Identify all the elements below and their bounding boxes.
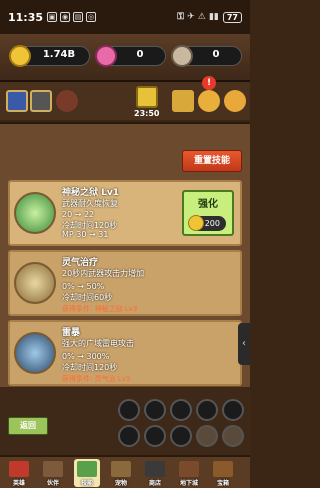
clock: 11:35: [8, 10, 44, 24]
nav-label: 技能: [80, 480, 93, 487]
swords-icon[interactable]: [30, 90, 52, 112]
scroll-icon: [171, 45, 193, 67]
partner-icon: [43, 461, 63, 477]
nav-partner[interactable]: 伙伴: [40, 459, 66, 487]
leaderboard-icon[interactable]: [172, 90, 194, 112]
skill-panel: 重置技能 神秘之狱 Lv1 武器耐久度恢复 20 → 22 冷却时间120秒 M…: [0, 122, 250, 387]
notification-icon-2: ◉: [60, 12, 71, 22]
skill-requirement: 获得条件: 灵气治 Lv3: [62, 375, 131, 383]
joystick-icon[interactable]: [56, 90, 78, 112]
gold-counter[interactable]: 1.74B: [9, 45, 90, 67]
mystic-prison-skill-icon: [14, 192, 56, 234]
status-bar: 11:35 ▣ ◉ ▤ ◎ ⚿ ✈ ⚠ ▮▮ 77: [0, 0, 250, 34]
skill-stat-damage: 0% → 300%: [62, 352, 110, 361]
nav-label: 商店: [148, 480, 161, 487]
nav-label: 地下城: [179, 480, 198, 487]
nav-pet[interactable]: 宠物: [108, 459, 134, 487]
chest-icon: [213, 461, 233, 477]
gem-counter[interactable]: 0: [95, 45, 166, 67]
skill-stat-durability: 20 → 22: [62, 210, 95, 219]
notification-icon-3: ▤: [73, 12, 84, 22]
reset-skills-button[interactable]: 重置技能: [182, 150, 242, 172]
equip-slot-7[interactable]: [144, 425, 166, 447]
equip-slot-8[interactable]: [170, 425, 192, 447]
skill-stat-attack: 0% → 50%: [62, 282, 105, 291]
thunderstorm-skill-icon: [14, 332, 56, 374]
skill-card-thunderstorm[interactable]: 雷暴 强大的广域雷电攻击 0% → 300% 冷却时间120秒 获得条件: 灵气…: [8, 320, 242, 386]
wifi-signal-icon: ⚿ ✈ ⚠ ▮▮: [177, 12, 219, 22]
equip-slot-5[interactable]: [222, 399, 244, 421]
gold-value: 1.74B: [42, 49, 76, 60]
skill-card-mystic-prison[interactable]: 神秘之狱 Lv1 武器耐久度恢复 20 → 22 冷却时间120秒 MP 30 …: [8, 180, 242, 246]
nav-dungeon[interactable]: 地下城: [176, 459, 202, 487]
gold-coin-icon: [9, 45, 31, 67]
nav-label: 宝箱: [216, 480, 229, 487]
bottom-nav: 英雄 伙伴 技能 宠物 商店 地下城 宝箱: [0, 455, 250, 488]
gem-value: 0: [136, 49, 144, 60]
nav-label: 宠物: [114, 480, 127, 487]
skill-stat-cooldown: 冷却时间60秒: [62, 293, 113, 302]
aura-heal-skill-icon: [14, 262, 56, 304]
tool-row: 23:50 !: [0, 76, 250, 120]
nav-label: 英雄: [12, 480, 25, 487]
equip-slot-1[interactable]: [118, 399, 140, 421]
skill-requirement: 获得条件: 神秘之狱 Lv3: [62, 305, 138, 313]
nav-hero[interactable]: 英雄: [6, 459, 32, 487]
gem-icon: [95, 45, 117, 67]
upgrade-cost: 200: [188, 215, 226, 231]
skill-stat-cooldown: 冷却时间120秒: [62, 363, 118, 372]
upgrade-cost-value: 200: [204, 219, 220, 228]
third-currency-counter[interactable]: 0: [171, 45, 242, 67]
upgrade-button[interactable]: 强化 200: [182, 190, 234, 236]
resource-bar: 1.74B 0 0: [0, 34, 250, 82]
notification-icon-4: ◎: [86, 12, 97, 22]
shop-icon: [145, 461, 165, 477]
mission-icon[interactable]: [198, 90, 220, 112]
skill-desc: 强大的广域雷电攻击: [62, 339, 134, 348]
equipment-panel: 返回: [0, 387, 250, 455]
gold-coin-icon: [188, 215, 204, 231]
equip-slot-3[interactable]: [170, 399, 192, 421]
skill-card-aura-heal[interactable]: 灵气治疗 20秒内武器攻击力增加 0% → 50% 冷却时间60秒 获得条件: …: [8, 250, 242, 316]
notification-icon-1: ▣: [47, 12, 58, 22]
nav-label: 伙伴: [46, 480, 59, 487]
gift-timer-icon[interactable]: [136, 86, 158, 108]
equip-slot-2[interactable]: [144, 399, 166, 421]
equip-slot-10[interactable]: [222, 425, 244, 447]
alert-badge: !: [202, 76, 216, 90]
equip-slot-9[interactable]: [196, 425, 218, 447]
third-currency-value: 0: [212, 49, 220, 60]
skill-name: 雷暴: [62, 328, 81, 338]
upgrade-label: 强化: [198, 199, 218, 210]
skill-name: 神秘之狱 Lv1: [62, 188, 119, 198]
dungeon-icon: [179, 461, 199, 477]
nav-skill[interactable]: 技能: [74, 459, 100, 487]
nav-chest[interactable]: 宝箱: [210, 459, 236, 487]
skill-desc: 20秒内武器攻击力增加: [62, 269, 145, 278]
nav-shop[interactable]: 商店: [142, 459, 168, 487]
skill-stat-mp: MP 30 → 31: [62, 230, 109, 239]
notification-icons: ▣ ◉ ▤ ◎: [47, 12, 97, 22]
battery-icon: 77: [222, 11, 242, 23]
gift-timer: 23:50: [134, 109, 160, 118]
hero-icon: [9, 461, 29, 477]
gear-icon[interactable]: [224, 90, 246, 112]
profile-icon[interactable]: [6, 90, 28, 112]
equip-slot-6[interactable]: [118, 425, 140, 447]
back-button[interactable]: 返回: [8, 417, 48, 435]
side-panel-toggle[interactable]: ‹: [238, 323, 250, 365]
skill-desc: 武器耐久度恢复: [62, 199, 118, 208]
system-icons: ⚿ ✈ ⚠ ▮▮ 77: [177, 11, 242, 23]
skill-icon: [77, 461, 97, 477]
equip-slot-4[interactable]: [196, 399, 218, 421]
pet-icon: [111, 461, 131, 477]
skill-name: 灵气治疗: [62, 258, 99, 268]
